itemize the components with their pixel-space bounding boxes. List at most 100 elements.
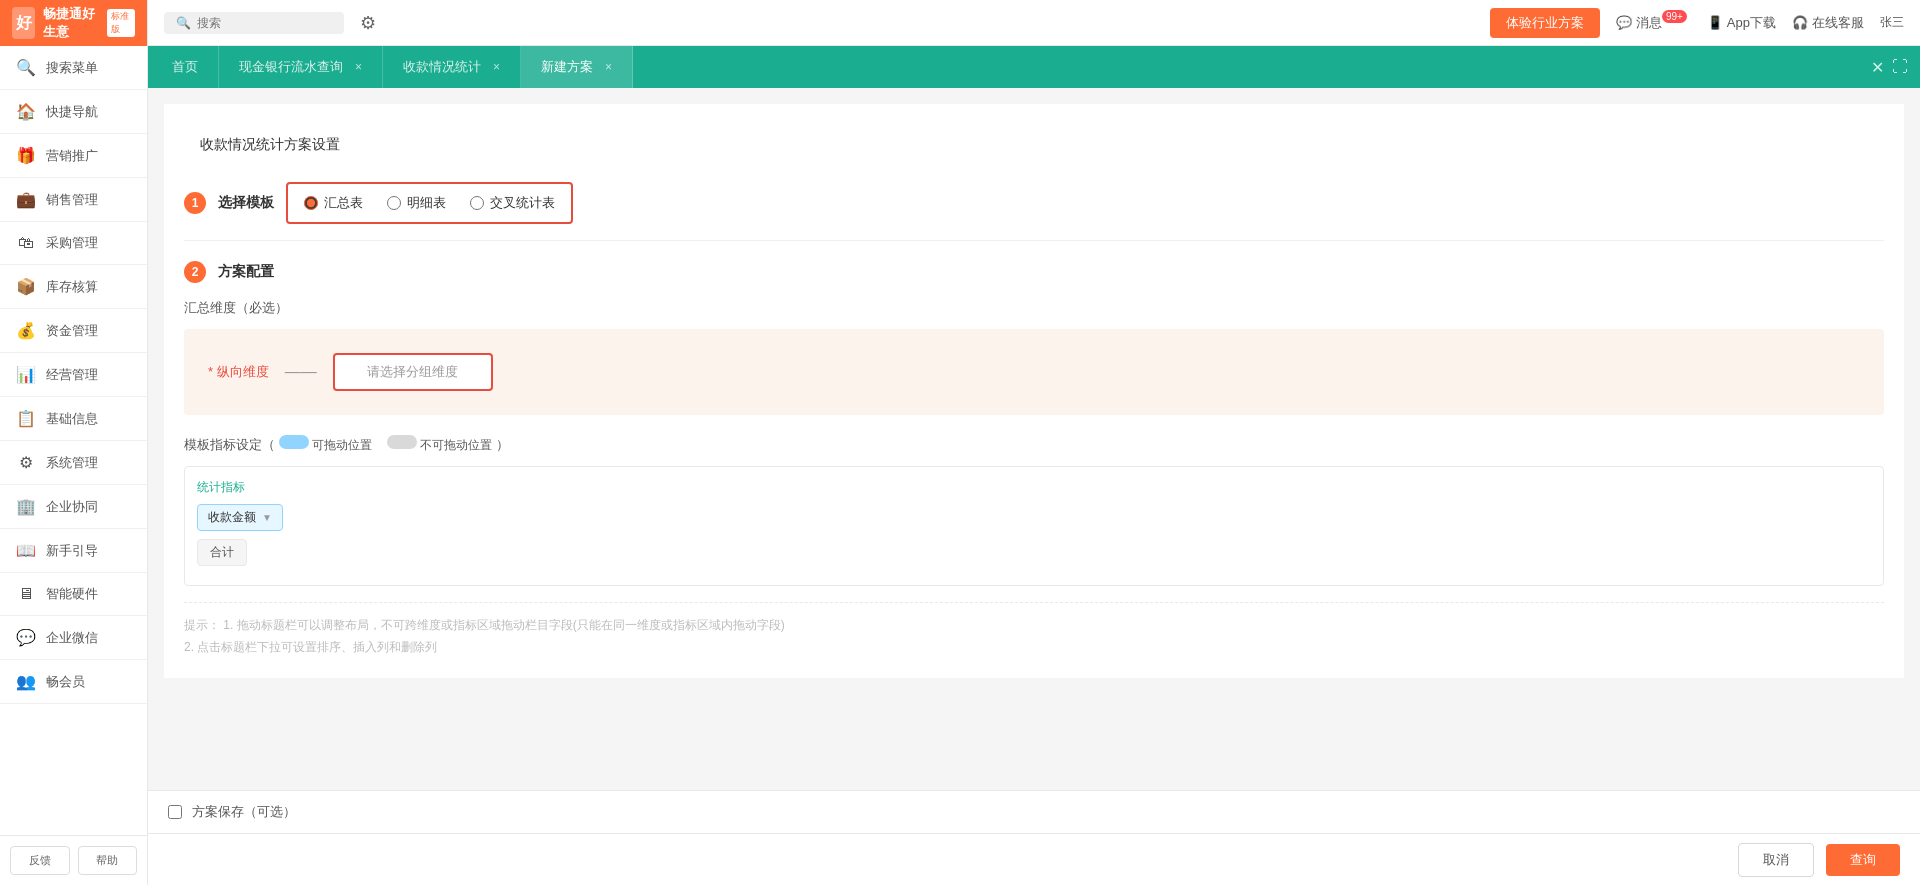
sidebar: 好 畅捷通好生意 标准版 🔍 搜索菜单 🏠 快捷导航 🎁 营销推广 💼 销售管理… (0, 0, 148, 885)
trial-button[interactable]: 体验行业方案 (1490, 8, 1600, 38)
sidebar-item-label: 智能硬件 (46, 585, 98, 603)
tab-home-label: 首页 (172, 58, 198, 76)
metrics-area: 统计指标 收款金额 ▼ 合计 (184, 466, 1884, 586)
sidebar-item-member[interactable]: 👥 畅会员 (0, 660, 147, 704)
sidebar-item-label: 销售管理 (46, 191, 98, 209)
metrics-tag-label: 收款金额 (208, 509, 256, 526)
home-icon: 🏠 (16, 102, 36, 121)
sidebar-item-guide[interactable]: 📖 新手引导 (0, 529, 147, 573)
dimension-label: 纵向维度 (208, 363, 269, 381)
sidebar-item-label: 营销推广 (46, 147, 98, 165)
tab-new-plan-close[interactable]: × (605, 60, 612, 74)
gear-icon: ⚙ (16, 453, 36, 472)
briefcase-icon: 💼 (16, 190, 36, 209)
building-icon: 🏢 (16, 497, 36, 516)
clipboard-icon: 📋 (16, 409, 36, 428)
money-icon: 💰 (16, 321, 36, 340)
page-title: 收款情况统计方案设置 (184, 124, 1884, 166)
tab-receipt-close[interactable]: × (493, 60, 500, 74)
tab-new-plan[interactable]: 新建方案 × (521, 46, 633, 88)
sidebar-item-inventory[interactable]: 📦 库存核算 (0, 265, 147, 309)
shopping-icon: 🛍 (16, 234, 36, 252)
query-button[interactable]: 查询 (1826, 844, 1900, 876)
radio-cross[interactable]: 交叉统计表 (470, 194, 555, 212)
sidebar-item-corp[interactable]: 🏢 企业协同 (0, 485, 147, 529)
sidebar-item-business[interactable]: 📊 经营管理 (0, 353, 147, 397)
tab-receipt[interactable]: 收款情况统计 × (383, 46, 521, 88)
message-icon: 💬 (1616, 15, 1632, 30)
settings-icon[interactable]: ⚙ (360, 12, 376, 34)
sidebar-item-finance[interactable]: 💰 资金管理 (0, 309, 147, 353)
tab-bank[interactable]: 现金银行流水查询 × (219, 46, 383, 88)
page-content: 收款情况统计方案设置 1 选择模板 汇总表 明细表 交叉统计 (148, 88, 1920, 790)
tab-bank-label: 现金银行流水查询 (239, 58, 343, 76)
sidebar-item-search[interactable]: 🔍 搜索菜单 (0, 46, 147, 90)
page-footer: 方案保存（可选） (148, 790, 1920, 833)
bottom-bar: 取消 查询 (148, 833, 1920, 885)
sidebar-item-label: 经营管理 (46, 366, 98, 384)
dimension-row: 纵向维度 —— 请选择分组维度 (208, 353, 1860, 391)
tab-home[interactable]: 首页 (148, 46, 219, 88)
dimension-subtitle: 汇总维度（必选） (184, 299, 1884, 317)
sidebar-item-base[interactable]: 📋 基础信息 (0, 397, 147, 441)
service-button[interactable]: 🎧 在线客服 (1792, 14, 1864, 32)
tab-expand-btn[interactable]: ⛶ (1892, 58, 1908, 76)
step1-title: 选择模板 (218, 194, 274, 212)
sidebar-item-purchase[interactable]: 🛍 采购管理 (0, 222, 147, 265)
service-icon: 🎧 (1792, 15, 1808, 30)
dimension-select[interactable]: 请选择分组维度 (333, 353, 493, 391)
tab-close-btn[interactable]: ✕ (1871, 58, 1884, 77)
sidebar-item-hardware[interactable]: 🖥 智能硬件 (0, 573, 147, 616)
radio-detail-input[interactable] (387, 196, 401, 210)
header-search-box[interactable]: 🔍 (164, 12, 344, 34)
messages-button[interactable]: 💬 消息 99+ (1616, 14, 1691, 32)
radio-detail-label: 明细表 (407, 194, 446, 212)
radio-summary-label: 汇总表 (324, 194, 363, 212)
radio-summary-input[interactable] (304, 196, 318, 210)
draggable-label: 可拖动位置 (312, 438, 372, 452)
sidebar-item-label: 快捷导航 (46, 103, 98, 121)
tab-actions: ✕ ⛶ (1859, 46, 1920, 88)
download-icon: 📱 (1707, 15, 1723, 30)
sidebar-item-system[interactable]: ⚙ 系统管理 (0, 441, 147, 485)
sidebar-item-quick-nav[interactable]: 🏠 快捷导航 (0, 90, 147, 134)
tab-bank-close[interactable]: × (355, 60, 362, 74)
help-btn[interactable]: 帮助 (78, 846, 138, 875)
sidebar-item-weixin[interactable]: 💬 企业微信 (0, 616, 147, 660)
radio-cross-input[interactable] (470, 196, 484, 210)
save-plan-label: 方案保存（可选） (192, 803, 296, 821)
metrics-header: 模板指标设定（ 可拖动位置 不可拖动位置 ） (184, 435, 1884, 454)
download-button[interactable]: 📱 App下载 (1707, 14, 1776, 32)
hint-text-1: 提示： 1. 拖动标题栏可以调整布局，不可跨维度或指标区域拖动栏目字段(只能在同… (184, 615, 1884, 637)
chat-icon: 💬 (16, 628, 36, 647)
settings-card: 收款情况统计方案设置 1 选择模板 汇总表 明细表 交叉统计 (164, 104, 1904, 678)
tab-receipt-label: 收款情况统计 (403, 58, 481, 76)
edition-badge: 标准版 (107, 9, 135, 37)
save-plan-checkbox[interactable] (168, 805, 182, 819)
sidebar-item-label: 采购管理 (46, 234, 98, 252)
sidebar-menu: 🔍 搜索菜单 🏠 快捷导航 🎁 营销推广 💼 销售管理 🛍 采购管理 📦 库存核… (0, 46, 147, 835)
sidebar-item-marketing[interactable]: 🎁 营销推广 (0, 134, 147, 178)
message-badge: 99+ (1662, 10, 1687, 23)
divider1 (184, 240, 1884, 241)
users-icon: 👥 (16, 672, 36, 691)
radio-summary[interactable]: 汇总表 (304, 194, 363, 212)
search-icon: 🔍 (16, 58, 36, 77)
feedback-btn[interactable]: 反馈 (10, 846, 70, 875)
hint-text-2: 2. 点击标题栏下拉可设置排序、插入列和删除列 (184, 637, 1884, 659)
non-draggable-indicator (387, 435, 417, 449)
sidebar-item-sales[interactable]: 💼 销售管理 (0, 178, 147, 222)
sidebar-item-label: 企业微信 (46, 629, 98, 647)
tab-spacer (633, 46, 1859, 88)
monitor-icon: 🖥 (16, 585, 36, 603)
radio-detail[interactable]: 明细表 (387, 194, 446, 212)
search-input[interactable] (197, 16, 317, 30)
sidebar-item-label: 搜索菜单 (46, 59, 98, 77)
dimension-area: 纵向维度 —— 请选择分组维度 (184, 329, 1884, 415)
sidebar-logo: 好 畅捷通好生意 标准版 (0, 0, 147, 46)
header: 🔍 ⚙ 体验行业方案 💬 消息 99+ 📱 App下载 🎧 在线客服 张三 (148, 0, 1920, 46)
header-actions: 💬 消息 99+ 📱 App下载 🎧 在线客服 张三 (1616, 14, 1904, 32)
cancel-button[interactable]: 取消 (1738, 843, 1814, 877)
metrics-tag-revenue[interactable]: 收款金额 ▼ (197, 504, 283, 531)
user-name: 张三 (1880, 14, 1904, 31)
